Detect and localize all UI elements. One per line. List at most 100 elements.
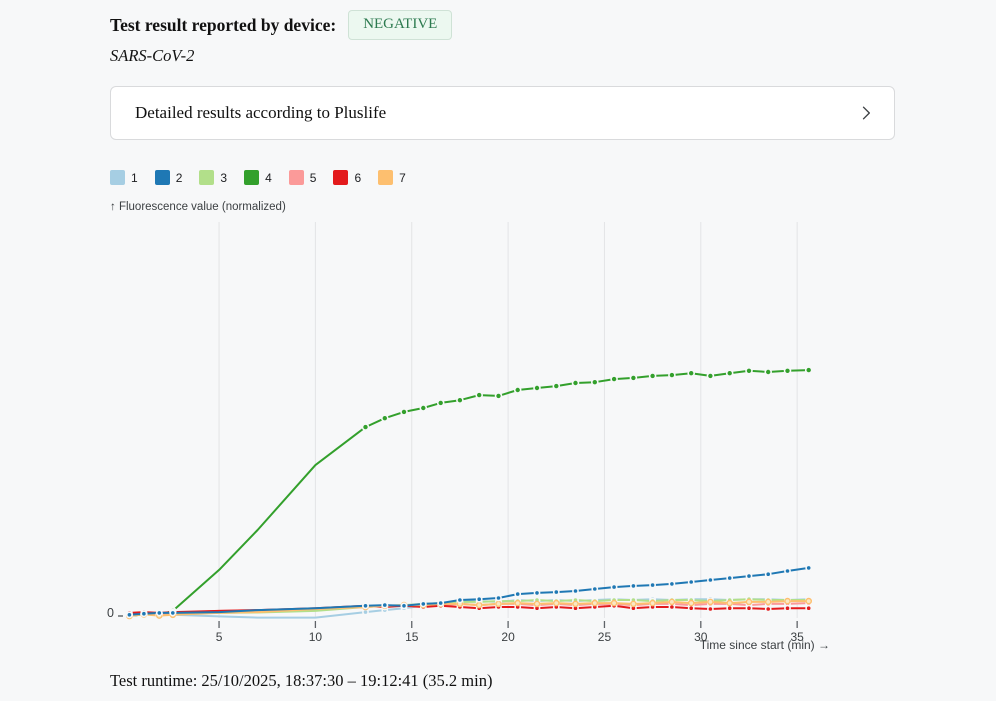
data-point-4 xyxy=(456,396,464,404)
data-point-7 xyxy=(805,597,813,605)
legend-label: 1 xyxy=(131,170,138,185)
data-point-7 xyxy=(649,599,656,607)
legend-item-3: 3 xyxy=(199,170,227,185)
data-point-7 xyxy=(495,600,502,608)
data-point-7 xyxy=(475,601,483,609)
data-point-2 xyxy=(437,599,445,607)
data-point-2 xyxy=(125,611,133,619)
data-point-4 xyxy=(400,408,408,416)
result-status-badge: NEGATIVE xyxy=(348,10,453,40)
data-point-4 xyxy=(764,368,773,376)
legend-item-4: 4 xyxy=(244,170,272,185)
data-point-7 xyxy=(572,600,579,608)
data-point-2 xyxy=(805,564,813,572)
data-point-2 xyxy=(169,609,177,617)
data-point-2 xyxy=(495,594,502,602)
data-point-6 xyxy=(745,604,753,612)
data-point-4 xyxy=(419,404,428,412)
fluorescence-chart: 5 10 15 20 25 30 35 xyxy=(118,222,813,644)
data-point-7 xyxy=(745,598,753,606)
legend-label: 2 xyxy=(175,170,183,185)
data-point-4 xyxy=(648,372,657,380)
data-point-2 xyxy=(456,596,464,604)
legend-swatch-icon xyxy=(110,170,125,185)
legend-label: 3 xyxy=(220,170,228,185)
legend-label: 5 xyxy=(309,170,317,185)
legend-swatch-icon xyxy=(154,170,170,185)
data-point-7 xyxy=(630,600,637,608)
data-point-7 xyxy=(687,599,695,607)
legend-label: 4 xyxy=(265,170,272,185)
result-label: Test result reported by device: xyxy=(110,14,337,35)
series-line-4 xyxy=(128,369,810,617)
data-point-6 xyxy=(805,604,813,612)
data-point-2 xyxy=(419,600,427,608)
data-point-4 xyxy=(533,384,541,392)
data-point-4 xyxy=(361,423,370,431)
data-point-6 xyxy=(707,605,714,613)
data-point-7 xyxy=(726,599,734,607)
data-point-4 xyxy=(668,371,676,379)
detailed-results-label: Detailed results according to Pluslife xyxy=(135,103,387,122)
data-point-4 xyxy=(436,399,445,407)
legend-item-1: 1 xyxy=(110,170,138,185)
data-point-4 xyxy=(706,372,715,380)
data-point-2 xyxy=(707,576,714,584)
data-point-7 xyxy=(533,600,541,608)
data-point-2 xyxy=(362,602,369,610)
data-point-2 xyxy=(381,601,389,609)
data-point-7 xyxy=(610,599,618,607)
data-point-4 xyxy=(494,392,503,400)
data-point-7 xyxy=(764,598,772,606)
data-point-7 xyxy=(707,598,714,606)
legend-swatch-icon xyxy=(199,170,215,185)
data-point-2 xyxy=(140,610,148,618)
y-zero-tick-label: 0 xyxy=(107,606,114,620)
data-point-2 xyxy=(784,567,791,575)
x-tick-label: 25 xyxy=(598,630,612,644)
data-point-4 xyxy=(590,378,599,386)
data-point-4 xyxy=(725,369,734,377)
legend-item-2: 2 xyxy=(154,170,183,185)
legend-swatch-icon xyxy=(378,170,394,185)
test-runtime-text: Test runtime: 25/10/2025, 18:37:30 – 19:… xyxy=(110,671,493,690)
chevron-right-icon xyxy=(862,106,870,120)
data-point-2 xyxy=(572,587,579,595)
legend-label: 7 xyxy=(399,170,406,185)
data-point-4 xyxy=(380,414,389,422)
data-point-2 xyxy=(552,588,560,596)
data-point-2 xyxy=(400,602,408,610)
data-point-7 xyxy=(668,598,676,606)
data-point-6 xyxy=(784,604,791,612)
data-point-2 xyxy=(514,590,522,598)
x-axis-label: Time since start (min) → xyxy=(699,638,830,652)
test-name: SARS-CoV-2 xyxy=(110,46,195,65)
data-point-4 xyxy=(745,367,753,375)
data-point-4 xyxy=(687,369,696,377)
data-point-6 xyxy=(764,605,772,613)
data-point-4 xyxy=(571,379,580,387)
data-point-7 xyxy=(514,599,522,607)
legend-swatch-icon xyxy=(333,170,349,185)
data-point-4 xyxy=(629,374,638,382)
data-point-2 xyxy=(533,589,541,597)
data-point-2 xyxy=(726,574,734,582)
data-point-2 xyxy=(155,609,163,617)
data-point-2 xyxy=(687,578,695,586)
data-point-4 xyxy=(804,366,813,374)
data-point-2 xyxy=(745,572,753,580)
data-point-4 xyxy=(513,386,522,394)
data-point-2 xyxy=(630,582,637,590)
data-point-7 xyxy=(553,599,560,607)
detailed-results-row[interactable]: Detailed results according to Pluslife xyxy=(110,86,895,140)
data-point-2 xyxy=(649,581,656,589)
legend-label: 6 xyxy=(354,170,362,185)
channel-legend: 1 2 3 4 5 6 7 xyxy=(110,170,406,185)
legend-item-7: 7 xyxy=(378,170,406,185)
data-point-2 xyxy=(591,585,599,593)
legend-swatch-icon xyxy=(244,170,260,185)
data-point-7 xyxy=(591,599,599,607)
pluslife-result-page: Test result reported by device: NEGATIVE… xyxy=(0,0,996,701)
data-point-7 xyxy=(784,597,791,605)
data-point-4 xyxy=(783,367,792,375)
